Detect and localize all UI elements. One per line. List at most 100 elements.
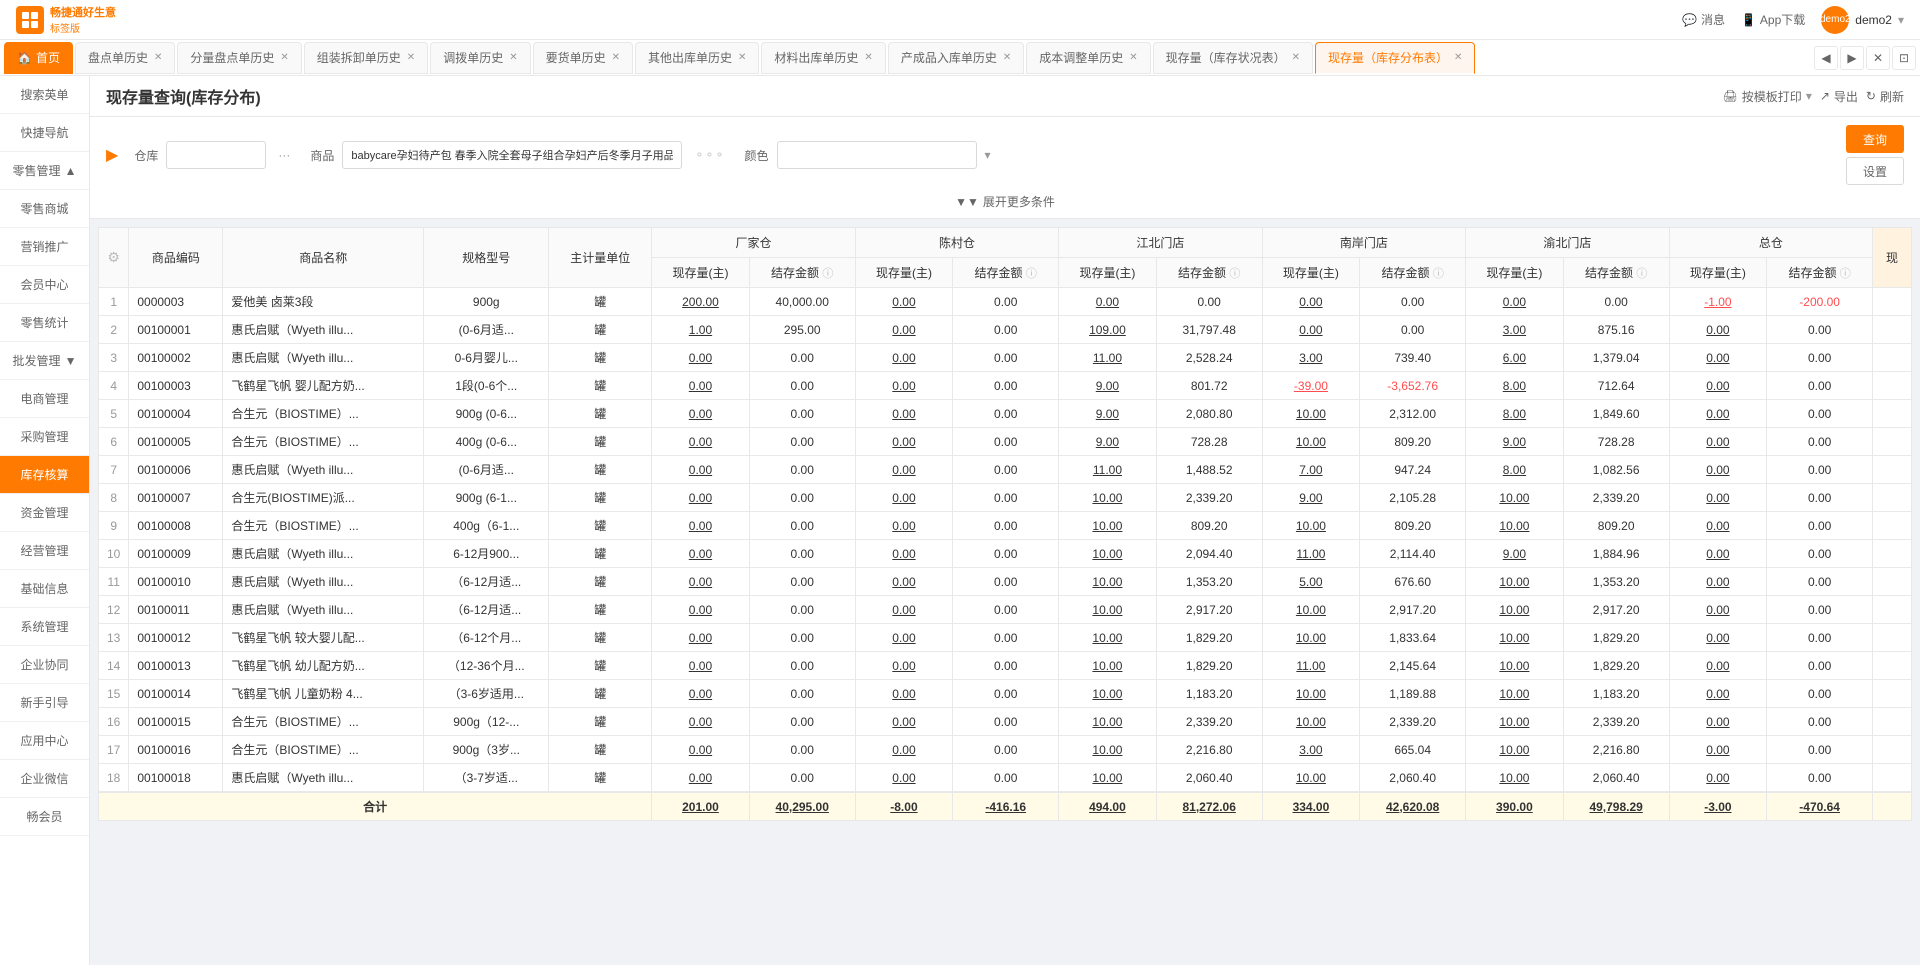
row-d2-qty[interactable]: 0.00: [855, 596, 953, 624]
tab-assembly-history[interactable]: 组装拆卸单历史 ✕: [304, 42, 428, 74]
sidebar-item-retail-mall[interactable]: 零售商城: [0, 190, 89, 228]
row-d5-qty[interactable]: 9.00: [1466, 540, 1564, 568]
sidebar-item-enterprise[interactable]: 企业协同: [0, 646, 89, 684]
row-d1-qty[interactable]: 1.00: [652, 316, 750, 344]
tab-close-icon[interactable]: ✕: [407, 52, 415, 63]
tab-other-out-history[interactable]: 其他出库单历史 ✕: [635, 42, 759, 74]
tab-transfer-history[interactable]: 调拨单历史 ✕: [430, 42, 530, 74]
row-d5-qty[interactable]: 10.00: [1466, 736, 1564, 764]
row-tot-qty[interactable]: -1.00: [1669, 288, 1767, 316]
row-d3-qty[interactable]: 10.00: [1059, 764, 1157, 793]
row-d4-qty[interactable]: 11.00: [1262, 540, 1360, 568]
row-d4-qty[interactable]: 10.00: [1262, 596, 1360, 624]
row-d4-qty[interactable]: 10.00: [1262, 428, 1360, 456]
tab-close-icon[interactable]: ✕: [612, 52, 620, 63]
tab-close-icon[interactable]: ✕: [509, 52, 517, 63]
tab-split-history[interactable]: 分量盘点单历史 ✕: [177, 42, 301, 74]
row-d3-qty[interactable]: 10.00: [1059, 680, 1157, 708]
row-d3-qty[interactable]: 10.00: [1059, 596, 1157, 624]
row-d4-qty[interactable]: 3.00: [1262, 736, 1360, 764]
row-d3-qty[interactable]: 11.00: [1059, 344, 1157, 372]
row-d1-qty[interactable]: 0.00: [652, 764, 750, 793]
row-d3-qty[interactable]: 10.00: [1059, 540, 1157, 568]
tab-next-btn[interactable]: ▶: [1840, 46, 1864, 70]
row-d4-qty[interactable]: 3.00: [1262, 344, 1360, 372]
tab-stock-distribution[interactable]: 现存量（库存分布表） ✕: [1315, 42, 1475, 74]
row-d5-qty[interactable]: 8.00: [1466, 400, 1564, 428]
row-d2-qty[interactable]: 0.00: [855, 680, 953, 708]
row-d5-qty[interactable]: 10.00: [1466, 680, 1564, 708]
row-d5-qty[interactable]: 10.00: [1466, 484, 1564, 512]
row-tot-qty[interactable]: 0.00: [1669, 484, 1767, 512]
row-d1-qty[interactable]: 0.00: [652, 484, 750, 512]
row-tot-qty[interactable]: 0.00: [1669, 400, 1767, 428]
row-tot-qty[interactable]: 0.00: [1669, 624, 1767, 652]
export-btn[interactable]: ↗ 导出: [1820, 88, 1858, 105]
sidebar-item-finance[interactable]: 资金管理: [0, 494, 89, 532]
sidebar-item-ecommerce[interactable]: 电商管理: [0, 380, 89, 418]
row-d5-qty[interactable]: 9.00: [1466, 428, 1564, 456]
tab-inventory-history[interactable]: 盘点单历史 ✕: [75, 42, 175, 74]
row-d3-qty[interactable]: 10.00: [1059, 512, 1157, 540]
row-d1-qty[interactable]: 0.00: [652, 596, 750, 624]
print-btn[interactable]: 🖨 按模板打印 ▾: [1723, 88, 1812, 105]
row-tot-qty[interactable]: 0.00: [1669, 372, 1767, 400]
row-tot-qty[interactable]: 0.00: [1669, 344, 1767, 372]
row-tot-qty[interactable]: 0.00: [1669, 652, 1767, 680]
row-d2-qty[interactable]: 0.00: [855, 512, 953, 540]
row-d5-qty[interactable]: 3.00: [1466, 316, 1564, 344]
sidebar-item-inventory[interactable]: 库存核算: [0, 456, 89, 494]
sidebar-item-operations[interactable]: 经营管理: [0, 532, 89, 570]
row-d1-qty[interactable]: 0.00: [652, 680, 750, 708]
row-d4-qty[interactable]: 9.00: [1262, 484, 1360, 512]
row-tot-qty[interactable]: 0.00: [1669, 540, 1767, 568]
row-d3-qty[interactable]: 9.00: [1059, 400, 1157, 428]
row-d1-qty[interactable]: 200.00: [652, 288, 750, 316]
tab-close-icon[interactable]: ✕: [1454, 52, 1462, 63]
row-d3-qty[interactable]: 10.00: [1059, 624, 1157, 652]
row-d2-qty[interactable]: 0.00: [855, 372, 953, 400]
goods-input[interactable]: [342, 141, 682, 169]
tab-close-icon[interactable]: ✕: [1129, 52, 1137, 63]
sidebar-item-purchase[interactable]: 采购管理: [0, 418, 89, 456]
row-d1-qty[interactable]: 0.00: [652, 456, 750, 484]
tab-home[interactable]: 🏠 首页: [4, 42, 73, 74]
row-d3-qty[interactable]: 10.00: [1059, 484, 1157, 512]
tab-product-in-history[interactable]: 产成品入库单历史 ✕: [888, 42, 1024, 74]
row-d1-qty[interactable]: 0.00: [652, 652, 750, 680]
app-download-btn[interactable]: 📱 App下载: [1741, 11, 1805, 28]
tab-close-icon[interactable]: ✕: [738, 52, 746, 63]
sidebar-item-retail-stats[interactable]: 零售统计: [0, 304, 89, 342]
row-d3-qty[interactable]: 10.00: [1059, 708, 1157, 736]
row-d2-qty[interactable]: 0.00: [855, 652, 953, 680]
user-area[interactable]: demo2 demo2 ▾: [1821, 6, 1904, 34]
warehouse-input[interactable]: [166, 141, 266, 169]
row-d4-qty[interactable]: 10.00: [1262, 512, 1360, 540]
sidebar-item-search[interactable]: 搜索英单: [0, 76, 89, 114]
row-d2-qty[interactable]: 0.00: [855, 344, 953, 372]
row-d5-qty[interactable]: 10.00: [1466, 652, 1564, 680]
filter-toggle-btn[interactable]: ▶: [106, 145, 118, 165]
color-input[interactable]: [777, 141, 977, 169]
row-d2-qty[interactable]: 0.00: [855, 288, 953, 316]
row-d4-qty[interactable]: 7.00: [1262, 456, 1360, 484]
row-d4-qty[interactable]: 10.00: [1262, 764, 1360, 793]
row-d2-qty[interactable]: 0.00: [855, 708, 953, 736]
row-d1-qty[interactable]: 0.00: [652, 428, 750, 456]
row-d1-qty[interactable]: 0.00: [652, 540, 750, 568]
tab-close-icon[interactable]: ✕: [1292, 52, 1300, 63]
set-btn[interactable]: 设置: [1846, 157, 1904, 185]
tab-expand-btn[interactable]: ⊡: [1892, 46, 1916, 70]
sidebar-item-retail-mgmt[interactable]: 零售管理 ▲: [0, 152, 89, 190]
row-d3-qty[interactable]: 10.00: [1059, 736, 1157, 764]
row-d4-qty[interactable]: 0.00: [1262, 288, 1360, 316]
sidebar-item-member[interactable]: 会员中心: [0, 266, 89, 304]
row-d5-qty[interactable]: 8.00: [1466, 372, 1564, 400]
sidebar-item-nav[interactable]: 快捷导航: [0, 114, 89, 152]
row-d2-qty[interactable]: 0.00: [855, 484, 953, 512]
row-d4-qty[interactable]: -39.00: [1262, 372, 1360, 400]
sidebar-item-guide[interactable]: 新手引导: [0, 684, 89, 722]
tab-prev-btn[interactable]: ◀: [1814, 46, 1838, 70]
sidebar-item-appstore[interactable]: 应用中心: [0, 722, 89, 760]
row-d5-qty[interactable]: 6.00: [1466, 344, 1564, 372]
